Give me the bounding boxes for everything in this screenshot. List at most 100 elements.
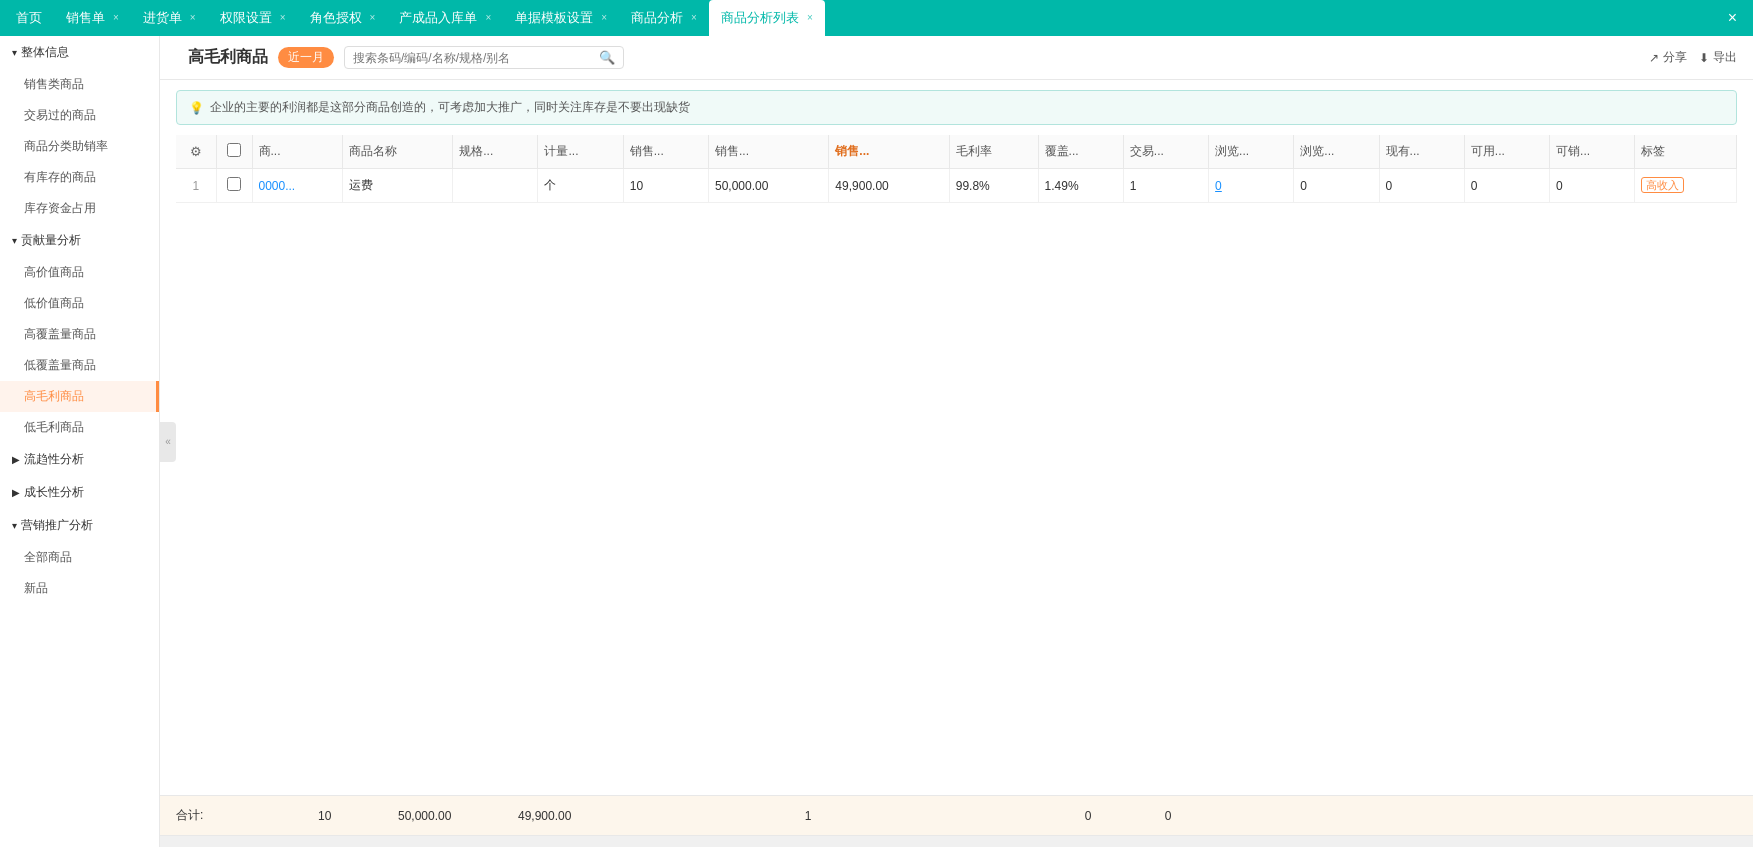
nav-purchase[interactable]: 进货单 ×	[131, 0, 208, 36]
sidebar-item-high-coverage[interactable]: 高覆盖量商品	[0, 319, 159, 350]
select-all-checkbox[interactable]	[227, 143, 241, 157]
top-nav: 首页 销售单 × 进货单 × 权限设置 × 角色授权 × 产成品入库单 × 单据…	[0, 0, 1753, 36]
export-button[interactable]: ⬇ 导出	[1699, 49, 1737, 66]
close-purchase-tab[interactable]: ×	[190, 0, 196, 36]
cell-code[interactable]: 0000...	[252, 169, 342, 203]
nav-analysis-list[interactable]: 商品分析列表 ×	[709, 0, 825, 36]
sidebar-item-low-margin[interactable]: 低毛利商品	[0, 412, 159, 443]
col-spec[interactable]: 规格...	[453, 135, 538, 169]
cell-sales-amt: 50,000.00	[708, 169, 828, 203]
arrow-growth: ▶	[12, 487, 20, 498]
sidebar: ▾ 整体信息 销售类商品 交易过的商品 商品分类助销率 有库存的商品 库存资金占…	[0, 36, 160, 847]
table-container: ⚙ 商... 商品名称	[160, 135, 1753, 795]
col-settings[interactable]: ⚙	[176, 135, 216, 169]
col-current-stock[interactable]: 现有...	[1379, 135, 1464, 169]
col-name[interactable]: 商品名称	[342, 135, 453, 169]
cell-transaction: 1	[1123, 169, 1208, 203]
sidebar-group-growth[interactable]: ▶ 成长性分析	[0, 476, 159, 509]
cell-checkbox	[216, 169, 252, 203]
horizontal-scrollbar[interactable]	[160, 835, 1753, 847]
footer-available: 0	[1103, 809, 1183, 823]
content-header: 高毛利商品 近一月 🔍 ↗ 分享 ⬇ 导出	[160, 36, 1753, 80]
col-code[interactable]: 商...	[252, 135, 342, 169]
close-analysis-tab[interactable]: ×	[691, 0, 697, 36]
footer-browse2	[923, 809, 1023, 823]
cell-available: 0	[1464, 169, 1549, 203]
table-row: 1 0000... 运费 个 10 50,000.00 49,900.00 99…	[176, 169, 1737, 203]
sidebar-item-high-value[interactable]: 高价值商品	[0, 257, 159, 288]
close-template-tab[interactable]: ×	[601, 0, 607, 36]
nav-template[interactable]: 单据模板设置 ×	[503, 0, 619, 36]
nav-product-in[interactable]: 产成品入库单 ×	[387, 0, 503, 36]
col-available[interactable]: 可用...	[1464, 135, 1549, 169]
sidebar-item-low-coverage[interactable]: 低覆盖量商品	[0, 350, 159, 381]
col-coverage[interactable]: 覆盖...	[1038, 135, 1123, 169]
info-icon: 💡	[189, 101, 204, 115]
sidebar-item-new-goods[interactable]: 新品	[0, 573, 159, 604]
arrow-overall: ▾	[12, 47, 17, 58]
footer-label: 合计:	[176, 807, 203, 824]
footer-browse1	[823, 809, 923, 823]
page-title: 高毛利商品	[188, 47, 268, 68]
col-gross-rate[interactable]: 毛利率	[949, 135, 1038, 169]
cell-browse2: 0	[1294, 169, 1379, 203]
sidebar-item-traded-goods[interactable]: 交易过的商品	[0, 100, 159, 131]
sidebar-group-marketing[interactable]: ▾ 营销推广分析	[0, 509, 159, 542]
close-product-in-tab[interactable]: ×	[485, 0, 491, 36]
footer-empty2	[663, 809, 743, 823]
high-income-tag: 高收入	[1641, 177, 1684, 193]
content-area: « 高毛利商品 近一月 🔍 ↗ 分享 ⬇ 导出 💡	[160, 36, 1753, 847]
share-icon: ↗	[1649, 51, 1659, 65]
col-sales-profit[interactable]: 销售...	[829, 135, 949, 169]
sidebar-group-overall[interactable]: ▾ 整体信息	[0, 36, 159, 69]
nav-sales[interactable]: 销售单 ×	[54, 0, 131, 36]
close-sales-tab[interactable]: ×	[113, 0, 119, 36]
search-icon[interactable]: 🔍	[599, 50, 615, 65]
col-saleable[interactable]: 可销...	[1550, 135, 1635, 169]
sidebar-item-all-goods[interactable]: 全部商品	[0, 542, 159, 573]
col-unit[interactable]: 计量...	[538, 135, 623, 169]
sidebar-group-contribution[interactable]: ▾ 贡献量分析	[0, 224, 159, 257]
sidebar-item-stock-capital[interactable]: 库存资金占用	[0, 193, 159, 224]
col-transaction[interactable]: 交易...	[1123, 135, 1208, 169]
close-analysis-list-tab[interactable]: ×	[807, 0, 813, 36]
share-button[interactable]: ↗ 分享	[1649, 49, 1687, 66]
filter-recent-month-button[interactable]: 近一月	[278, 47, 334, 68]
main-layout: ▾ 整体信息 销售类商品 交易过的商品 商品分类助销率 有库存的商品 库存资金占…	[0, 36, 1753, 847]
sidebar-item-category-rate[interactable]: 商品分类助销率	[0, 131, 159, 162]
cell-current-stock: 0	[1379, 169, 1464, 203]
col-tag[interactable]: 标签	[1635, 135, 1737, 169]
window-close-button[interactable]: ×	[1716, 9, 1749, 27]
row-checkbox[interactable]	[227, 177, 241, 191]
col-browse1[interactable]: 浏览...	[1209, 135, 1294, 169]
arrow-contribution: ▾	[12, 235, 17, 246]
nav-permission[interactable]: 权限设置 ×	[208, 0, 298, 36]
cell-saleable: 0	[1550, 169, 1635, 203]
col-sales-amt[interactable]: 销售...	[708, 135, 828, 169]
cell-coverage: 1.49%	[1038, 169, 1123, 203]
sidebar-collapse-button[interactable]: «	[160, 422, 176, 462]
col-browse2[interactable]: 浏览...	[1294, 135, 1379, 169]
footer-sales-amt: 50,000.00	[343, 809, 463, 823]
col-sales-qty[interactable]: 销售...	[623, 135, 708, 169]
cell-spec	[453, 169, 538, 203]
cell-browse1[interactable]: 0	[1209, 169, 1294, 203]
sidebar-item-high-margin[interactable]: 高毛利商品	[0, 381, 159, 412]
col-checkbox	[216, 135, 252, 169]
cell-unit: 个	[538, 169, 623, 203]
sidebar-item-in-stock[interactable]: 有库存的商品	[0, 162, 159, 193]
footer-current-stock: 0	[1023, 809, 1103, 823]
nav-home[interactable]: 首页	[4, 0, 54, 36]
close-role-tab[interactable]: ×	[370, 0, 376, 36]
cell-sales-profit: 49,900.00	[829, 169, 949, 203]
nav-role[interactable]: 角色授权 ×	[298, 0, 388, 36]
search-input[interactable]	[353, 51, 593, 65]
settings-icon[interactable]: ⚙	[190, 144, 202, 159]
close-permission-tab[interactable]: ×	[280, 0, 286, 36]
sidebar-group-trend[interactable]: ▶ 流趋性分析	[0, 443, 159, 476]
arrow-trend: ▶	[12, 454, 20, 465]
cell-name: 运费	[342, 169, 453, 203]
sidebar-item-low-value[interactable]: 低价值商品	[0, 288, 159, 319]
nav-analysis[interactable]: 商品分析 ×	[619, 0, 709, 36]
sidebar-item-sales-goods[interactable]: 销售类商品	[0, 69, 159, 100]
